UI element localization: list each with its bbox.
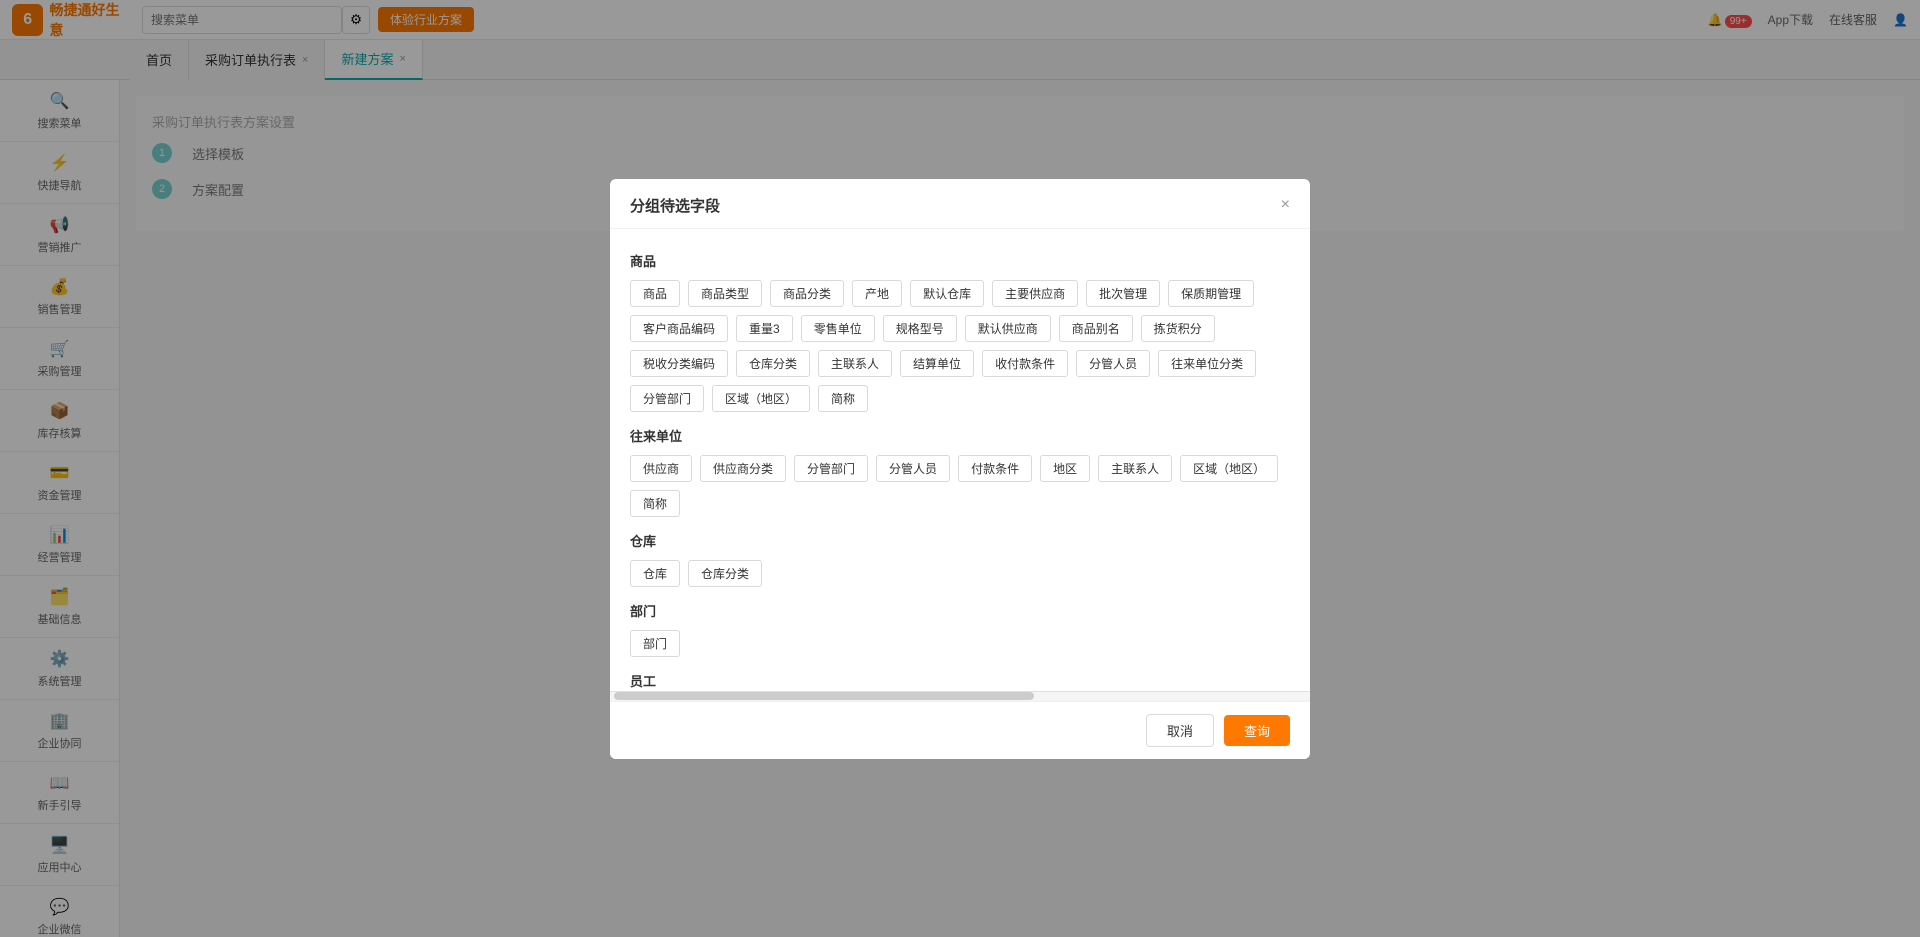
group-title-partner: 往来单位 xyxy=(630,426,1290,445)
field-tag-1-6[interactable]: 主联系人 xyxy=(1098,455,1172,482)
modal-title: 分组待选字段 xyxy=(630,195,720,216)
field-tag-0-3[interactable]: 产地 xyxy=(852,280,902,307)
group-title-staff: 员工 xyxy=(630,671,1290,690)
warehouse-fields: 仓库仓库分类 xyxy=(630,560,1290,587)
field-tag-0-5[interactable]: 主要供应商 xyxy=(992,280,1078,307)
group-title-dept: 部门 xyxy=(630,601,1290,620)
field-tag-0-24[interactable]: 简称 xyxy=(818,385,868,412)
field-tag-0-23[interactable]: 区域（地区） xyxy=(712,385,810,412)
field-tag-0-15[interactable]: 税收分类编码 xyxy=(630,350,728,377)
modal-header: 分组待选字段 × xyxy=(610,179,1310,229)
cancel-button[interactable]: 取消 xyxy=(1146,714,1214,747)
modal-close-button[interactable]: × xyxy=(1281,196,1290,214)
field-tag-0-11[interactable]: 规格型号 xyxy=(883,315,957,342)
product-fields: 商品商品类型商品分类产地默认仓库主要供应商批次管理保质期管理客户商品编码重量3 零… xyxy=(630,280,1290,412)
field-tag-0-0[interactable]: 商品 xyxy=(630,280,680,307)
field-tag-0-18[interactable]: 结算单位 xyxy=(900,350,974,377)
field-tag-1-2[interactable]: 分管部门 xyxy=(794,455,868,482)
field-tag-0-14[interactable]: 拣货积分 xyxy=(1141,315,1215,342)
field-tag-1-4[interactable]: 付款条件 xyxy=(958,455,1032,482)
group-title-warehouse: 仓库 xyxy=(630,531,1290,550)
field-tag-1-3[interactable]: 分管人员 xyxy=(876,455,950,482)
field-tag-1-5[interactable]: 地区 xyxy=(1040,455,1090,482)
modal-overlay: 分组待选字段 × 商品 商品商品类型商品分类产地默认仓库主要供应商批次管理保质期… xyxy=(0,0,1920,937)
field-tag-0-13[interactable]: 商品别名 xyxy=(1059,315,1133,342)
group-title-product: 商品 xyxy=(630,251,1290,270)
field-tag-0-12[interactable]: 默认供应商 xyxy=(965,315,1051,342)
field-tag-0-2[interactable]: 商品分类 xyxy=(770,280,844,307)
field-tag-1-7[interactable]: 区域（地区） xyxy=(1180,455,1278,482)
field-tag-0-19[interactable]: 收付款条件 xyxy=(982,350,1068,377)
partner-fields: 供应商供应商分类分管部门分管人员付款条件地区主联系人区域（地区） 简称 xyxy=(630,455,1290,517)
field-tag-0-1[interactable]: 商品类型 xyxy=(688,280,762,307)
field-tag-2-1[interactable]: 仓库分类 xyxy=(688,560,762,587)
modal: 分组待选字段 × 商品 商品商品类型商品分类产地默认仓库主要供应商批次管理保质期… xyxy=(610,179,1310,759)
modal-footer: 取消 查询 xyxy=(610,701,1310,759)
field-tag-0-22[interactable]: 分管部门 xyxy=(630,385,704,412)
field-tag-0-9[interactable]: 重量3 xyxy=(736,315,793,342)
field-tag-1-8[interactable]: 简称 xyxy=(630,490,680,517)
field-tag-1-1[interactable]: 供应商分类 xyxy=(700,455,786,482)
modal-body: 商品 商品商品类型商品分类产地默认仓库主要供应商批次管理保质期管理客户商品编码重… xyxy=(610,229,1310,692)
field-tag-0-7[interactable]: 保质期管理 xyxy=(1168,280,1254,307)
confirm-button[interactable]: 查询 xyxy=(1224,715,1290,746)
field-tag-0-16[interactable]: 仓库分类 xyxy=(736,350,810,377)
field-tag-3-0[interactable]: 部门 xyxy=(630,630,680,657)
field-tag-0-6[interactable]: 批次管理 xyxy=(1086,280,1160,307)
hscroll-thumb xyxy=(614,692,1034,700)
horizontal-scrollbar[interactable] xyxy=(610,691,1310,700)
field-tag-0-20[interactable]: 分管人员 xyxy=(1076,350,1150,377)
field-tag-2-0[interactable]: 仓库 xyxy=(630,560,680,587)
field-tag-1-0[interactable]: 供应商 xyxy=(630,455,692,482)
field-tag-0-21[interactable]: 往来单位分类 xyxy=(1158,350,1256,377)
field-tag-0-4[interactable]: 默认仓库 xyxy=(910,280,984,307)
field-tag-0-8[interactable]: 客户商品编码 xyxy=(630,315,728,342)
field-tag-0-10[interactable]: 零售单位 xyxy=(801,315,875,342)
dept-fields: 部门 xyxy=(630,630,1290,657)
field-tag-0-17[interactable]: 主联系人 xyxy=(818,350,892,377)
